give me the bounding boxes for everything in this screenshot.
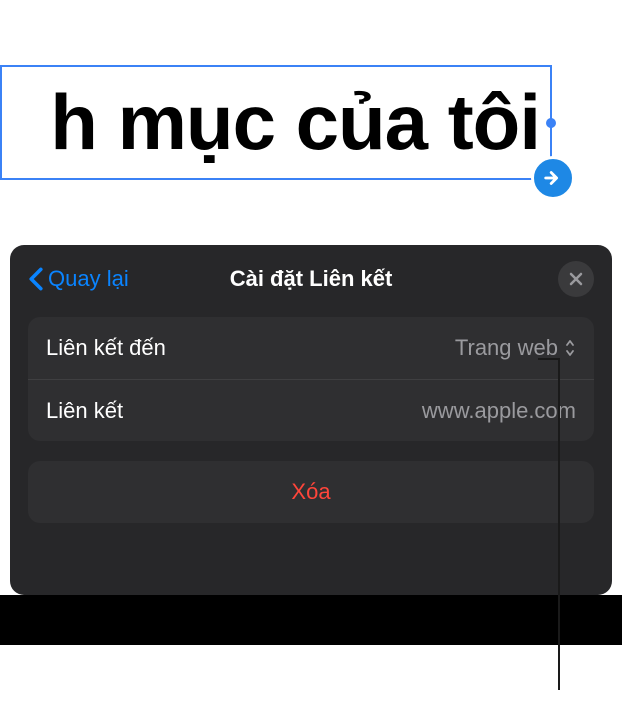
link-url-label: Liên kết [46, 398, 123, 424]
text-selection-box[interactable]: h mục của tôi [0, 65, 552, 180]
bottom-bar-white [0, 645, 622, 705]
panel-header: Quay lại Cài đặt Liên kết [28, 263, 594, 295]
back-label: Quay lại [48, 266, 129, 292]
selected-text: h mục của tôi [50, 77, 540, 168]
panel-title: Cài đặt Liên kết [230, 266, 393, 292]
selection-handle-right[interactable] [546, 118, 556, 128]
link-url-row[interactable]: Liên kết www.apple.com [28, 379, 594, 441]
link-url-input[interactable]: www.apple.com [422, 398, 576, 424]
share-arrow-icon [542, 167, 564, 189]
chevron-left-icon [28, 267, 44, 291]
delete-button[interactable]: Xóa [28, 461, 594, 523]
close-button[interactable] [558, 261, 594, 297]
link-settings-panel: Quay lại Cài đặt Liên kết Liên kết đến T… [10, 245, 612, 595]
link-url-placeholder: www.apple.com [422, 398, 576, 424]
back-button[interactable]: Quay lại [28, 266, 129, 292]
popup-updown-icon [564, 339, 576, 357]
close-icon [568, 271, 584, 287]
callout-annotation-line [558, 360, 560, 690]
link-to-label: Liên kết đến [46, 335, 166, 361]
link-form-group: Liên kết đến Trang web Liên kết www.appl… [28, 317, 594, 441]
link-to-row[interactable]: Liên kết đến Trang web [28, 317, 594, 379]
share-link-badge[interactable] [531, 156, 575, 200]
document-canvas: h mục của tôi [0, 0, 622, 245]
